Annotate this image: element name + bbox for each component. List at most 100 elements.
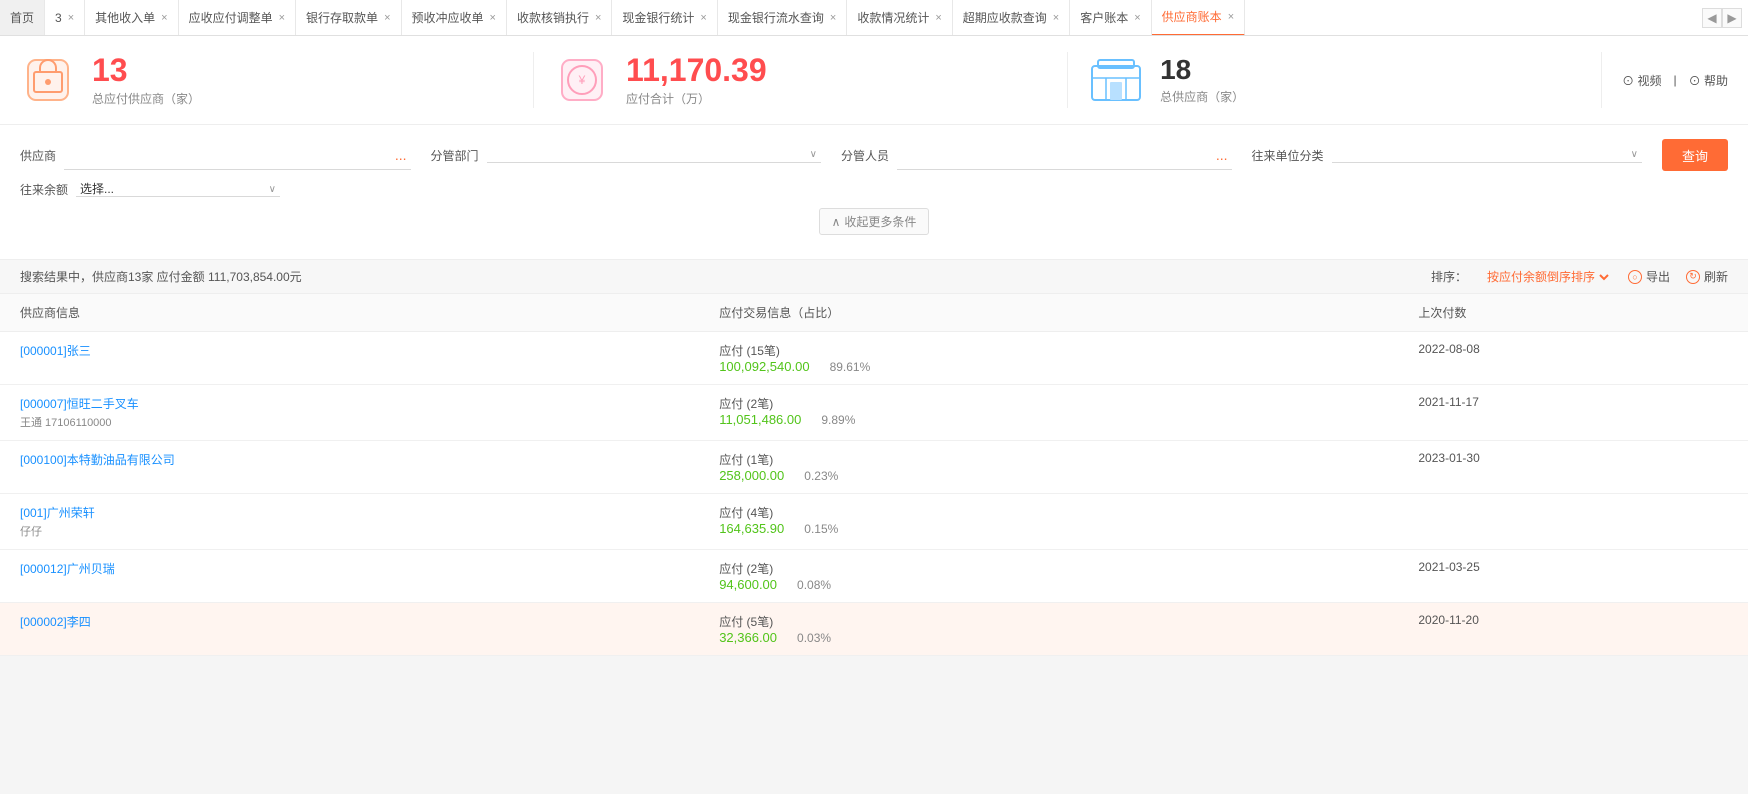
stat-total-suppliers-icon [1088, 52, 1144, 108]
stat-payable-amount-icon: ¥ [554, 52, 610, 108]
filter-section: 供应商 ... 分管部门 ∨ 分管人员 ... [0, 125, 1748, 260]
supplier-sub-info: 王通 17106110000 [20, 414, 679, 430]
collapse-button[interactable]: ∧ 收起更多条件 [819, 208, 930, 235]
nav-tab-supplier-account-close[interactable]: × [1228, 11, 1234, 23]
nav-tab-supplier-account[interactable]: 供应商账本 × [1152, 0, 1245, 36]
last-payment-date: 2021-03-25 [1418, 560, 1479, 574]
sort-select[interactable]: 按应付余额倒序排序 [1483, 269, 1612, 285]
last-payment-date: 2023-01-30 [1418, 451, 1479, 465]
nav-tab-ap-adjust-label: 应收应付调整单 [189, 9, 273, 26]
category-filter-label: 往来单位分类 [1252, 147, 1324, 164]
nav-tab-prepay-receive-close[interactable]: × [490, 12, 496, 24]
tx-label-line: 应付 (2笔) [719, 560, 1378, 577]
table-row: [000100]本特勤油品有限公司应付 (1笔)258,000.000.23%2… [0, 441, 1748, 494]
balance-arrow-icon: ∨ [269, 184, 276, 195]
nav-tab-bank-deposit-label: 银行存取款单 [306, 9, 378, 26]
amount-value[interactable]: 11,051,486.00 [719, 412, 801, 427]
supplier-name-link[interactable]: [000012]广州贝瑞 [20, 562, 115, 576]
stat-payable-suppliers-label: 总应付供应商（家） [92, 90, 200, 107]
amount-value[interactable]: 100,092,540.00 [719, 359, 809, 374]
nav-tab-3-close[interactable]: × [68, 12, 74, 24]
stat-payable-suppliers-icon [20, 52, 76, 108]
nav-tab-overdue-query-close[interactable]: × [1053, 12, 1059, 24]
last-payment-cell: 2021-11-17 [1398, 385, 1748, 441]
tx-label-line: 应付 (15笔) [719, 342, 1378, 359]
nav-tab-home-label: 首页 [10, 9, 34, 26]
nav-tab-payment-verify[interactable]: 收款核销执行 × [507, 0, 612, 36]
tx-info-cell: 应付 (4笔)164,635.900.15% [699, 494, 1398, 550]
nav-tab-cash-bank-stat-close[interactable]: × [700, 12, 706, 24]
tx-label-line: 应付 (5笔) [719, 613, 1378, 630]
last-payment-cell: 2023-01-30 [1398, 441, 1748, 494]
nav-tab-other-income-close[interactable]: × [161, 12, 167, 24]
last-payment-date: 2021-11-17 [1418, 395, 1479, 409]
nav-tab-cash-bank-flow[interactable]: 现金银行流水查询 × [718, 0, 847, 36]
nav-tab-prepay-receive[interactable]: 预收冲应收单 × [402, 0, 507, 36]
nav-tab-bank-deposit-close[interactable]: × [384, 12, 390, 24]
last-payment-cell: 2021-03-25 [1398, 550, 1748, 603]
nav-tab-payment-stat-close[interactable]: × [935, 12, 941, 24]
nav-tab-payment-verify-close[interactable]: × [595, 12, 601, 24]
person-input[interactable] [901, 141, 1216, 169]
video-icon: ⊙ [1622, 74, 1634, 88]
supplier-dots-icon[interactable]: ... [395, 147, 407, 163]
video-link[interactable]: ⊙ 视频 [1622, 72, 1661, 89]
query-button[interactable]: 查询 [1662, 139, 1728, 171]
tx-count: (1笔) [747, 453, 774, 467]
supplier-info-cell: [000007]恒旺二手叉车王通 17106110000 [0, 385, 699, 441]
nav-tab-customer-account-close[interactable]: × [1134, 12, 1140, 24]
nav-tab-3[interactable]: 3 × [45, 0, 85, 36]
stat-payable-amount: ¥ 11,170.39 应付合计（万） [554, 52, 1068, 108]
amount-value[interactable]: 32,366.00 [719, 630, 777, 645]
result-text: 搜索结果中，供应商13家 应付金额 111,703,854.00元 [20, 268, 1431, 285]
nav-tab-ap-adjust[interactable]: 应收应付调整单 × [179, 0, 296, 36]
refresh-link[interactable]: ↻ 刷新 [1686, 268, 1728, 285]
last-payment-cell [1398, 494, 1748, 550]
help-link[interactable]: ⊙ 帮助 [1689, 72, 1728, 89]
category-select[interactable] [1336, 148, 1631, 162]
nav-arrows: ◀ ▶ [1696, 8, 1748, 28]
filter-balance: 往来余额 选择... ∨ [20, 181, 280, 198]
amount-value[interactable]: 258,000.00 [719, 468, 784, 483]
dept-select[interactable] [491, 148, 810, 162]
supplier-info-cell: [000001]张三 [0, 332, 699, 385]
table-row: [000012]广州贝瑞 应付 (2笔)94,600.00 0.08% 2021-03… [0, 550, 1748, 603]
supplier-name-link[interactable]: [001]广州荣轩 [20, 506, 95, 520]
refresh-icon: ↻ [1686, 270, 1700, 284]
supplier-input[interactable] [68, 141, 395, 169]
stat-total-suppliers-content: 18 总供应商（家） [1160, 56, 1244, 105]
nav-tab-cash-bank-stat[interactable]: 现金银行统计 × [612, 0, 717, 36]
nav-prev-button[interactable]: ◀ [1702, 8, 1722, 28]
tx-count: (5笔) [747, 615, 774, 629]
amount-row: 100,092,540.0089.61% [719, 359, 1378, 374]
filter-row-1: 供应商 ... 分管部门 ∨ 分管人员 ... [20, 139, 1728, 171]
nav-next-button[interactable]: ▶ [1722, 8, 1742, 28]
person-dots-icon[interactable]: ... [1216, 147, 1228, 163]
supplier-name-link[interactable]: [000100]本特勤油品有限公司 [20, 453, 175, 467]
tx-info-cell: 应付 (5笔)32,366.000.03% [699, 603, 1398, 656]
supplier-name-link[interactable]: [000007]恒旺二手叉车 [20, 397, 139, 411]
amount-value[interactable]: 94,600.00 [719, 577, 777, 592]
nav-tab-ap-adjust-close[interactable]: × [279, 12, 285, 24]
balance-filter-label: 往来余额 [20, 181, 68, 198]
nav-tab-customer-account[interactable]: 客户账本 × [1070, 0, 1151, 36]
supplier-name-link[interactable]: [000002]李四 [20, 615, 91, 629]
nav-tab-cash-bank-stat-label: 现金银行统计 [622, 9, 694, 26]
balance-select[interactable]: 选择... [80, 182, 269, 196]
nav-tab-payment-stat[interactable]: 收款情况统计 × [847, 0, 952, 36]
amount-value[interactable]: 164,635.90 [719, 521, 784, 536]
stat-payable-amount-content: 11,170.39 应付合计（万） [626, 54, 767, 107]
nav-tab-bank-deposit[interactable]: 银行存取款单 × [296, 0, 401, 36]
tx-count: (15笔) [747, 344, 780, 358]
nav-tab-other-income[interactable]: 其他收入单 × [85, 0, 178, 36]
result-bar: 搜索结果中，供应商13家 应付金额 111,703,854.00元 排序： 按应… [0, 260, 1748, 294]
supplier-name-link[interactable]: [000001]张三 [20, 344, 91, 358]
nav-tab-customer-account-label: 客户账本 [1080, 9, 1128, 26]
tx-info-cell: 应付 (2笔)11,051,486.009.89% [699, 385, 1398, 441]
amount-percentage: 0.08% [797, 578, 831, 592]
nav-tab-home[interactable]: 首页 [0, 0, 45, 36]
nav-tab-cash-bank-flow-close[interactable]: × [830, 12, 836, 24]
supplier-info-cell: [000100]本特勤油品有限公司 [0, 441, 699, 494]
nav-tab-overdue-query[interactable]: 超期应收款查询 × [953, 0, 1070, 36]
export-link[interactable]: ○ 导出 [1628, 268, 1670, 285]
